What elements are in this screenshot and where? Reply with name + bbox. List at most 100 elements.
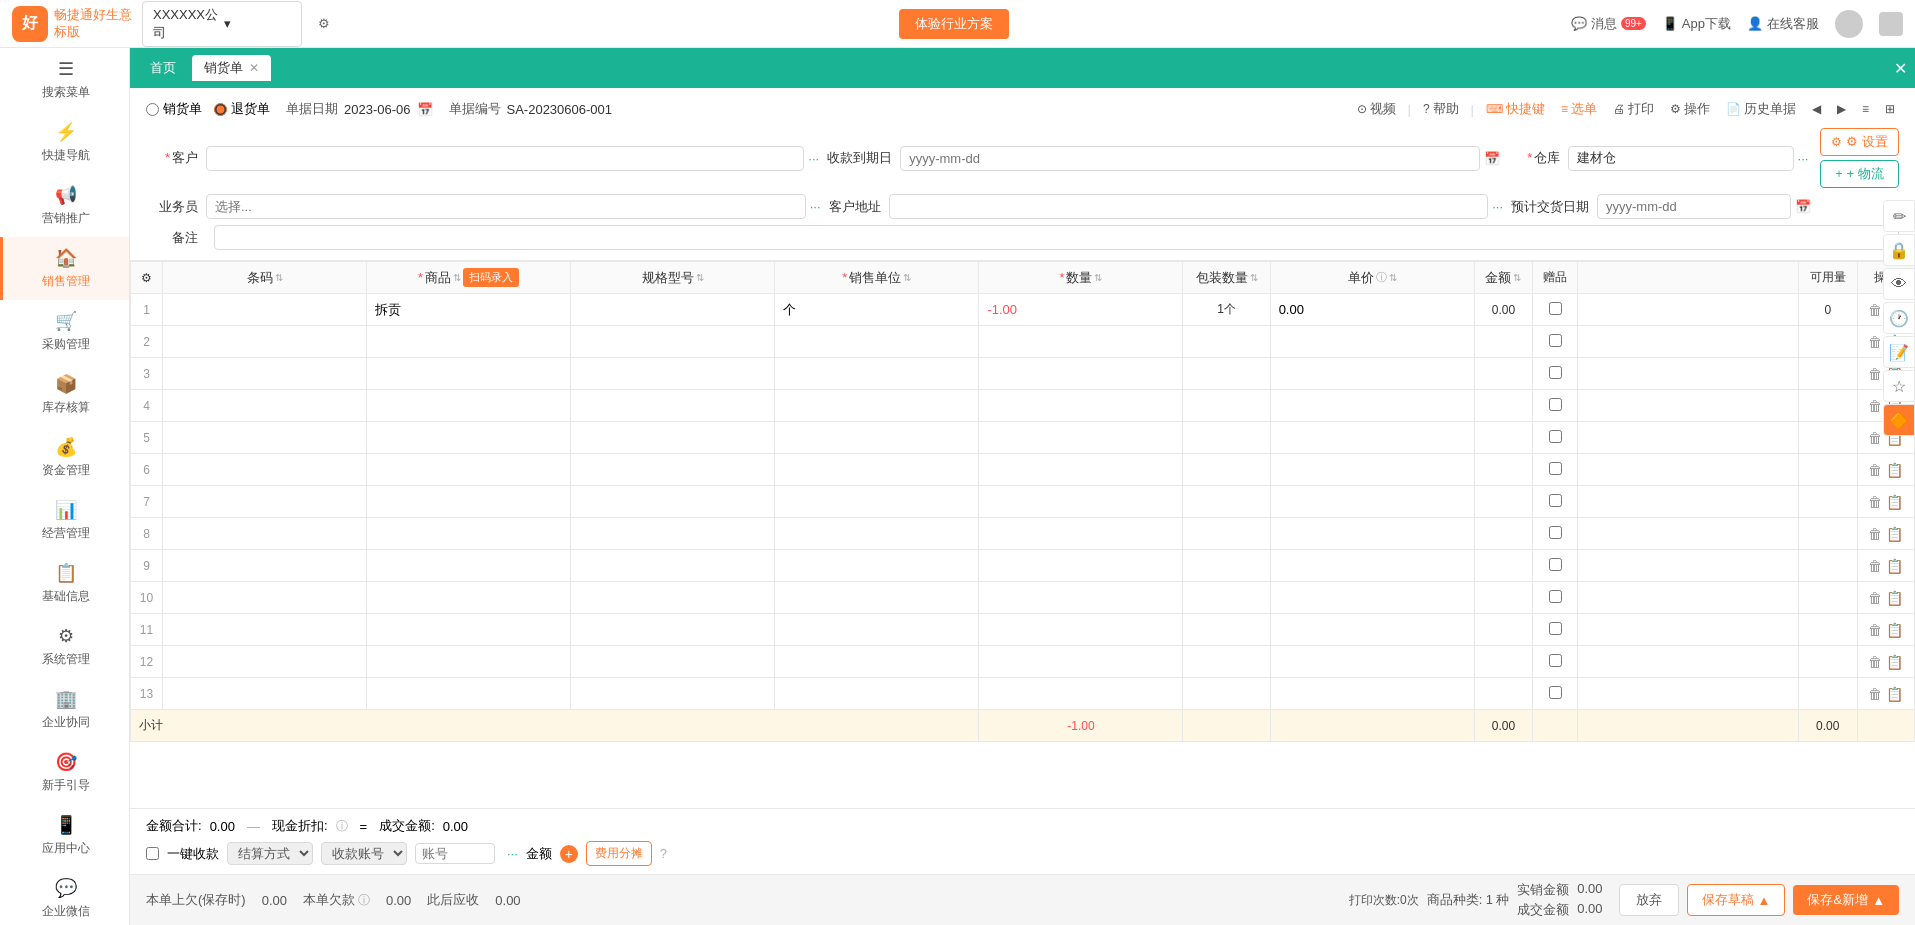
row-barcode[interactable]	[163, 358, 367, 390]
row-barcode[interactable]	[163, 518, 367, 550]
row-unit[interactable]	[775, 646, 979, 678]
row-barcode[interactable]	[163, 550, 367, 582]
row-gift[interactable]	[1533, 614, 1578, 646]
float-star[interactable]: ☆	[1883, 370, 1915, 402]
sidebar-item-guide[interactable]: 🎯 新手引导	[0, 741, 129, 804]
delete-icon[interactable]: 🗑	[1868, 686, 1882, 702]
company-selector[interactable]: XXXXXX公司 ▾	[142, 1, 302, 47]
delete-icon[interactable]: 🗑	[1868, 302, 1882, 318]
row-spec[interactable]	[571, 358, 775, 390]
sidebar-item-marketing[interactable]: 📢 营销推广	[0, 174, 129, 237]
copy-icon[interactable]: 📋	[1886, 462, 1903, 478]
radio-return[interactable]: 退货单	[214, 100, 270, 118]
row-price[interactable]	[1270, 518, 1474, 550]
row-qty[interactable]	[979, 678, 1183, 710]
row-qty[interactable]	[979, 518, 1183, 550]
row-amount[interactable]	[1474, 454, 1532, 486]
row-barcode[interactable]	[163, 678, 367, 710]
nav-next-btn[interactable]: ▶	[1833, 100, 1850, 118]
row-unit[interactable]	[775, 614, 979, 646]
row-unit[interactable]	[775, 454, 979, 486]
row-qty[interactable]	[979, 390, 1183, 422]
online-service-button[interactable]: 👤 在线客服	[1747, 15, 1819, 33]
row-product[interactable]	[367, 422, 571, 454]
copy-icon[interactable]: 📋	[1886, 526, 1903, 542]
row-pack-qty[interactable]	[1183, 454, 1270, 486]
row-price[interactable]	[1270, 326, 1474, 358]
row-gift[interactable]	[1533, 358, 1578, 390]
row-barcode[interactable]	[163, 422, 367, 454]
setting-button[interactable]: ⚙ ⚙ 设置	[1820, 128, 1899, 156]
help-btn[interactable]: ? 帮助	[1419, 98, 1463, 120]
float-clock[interactable]: 🕐	[1883, 302, 1915, 334]
sidebar-item-enterprise[interactable]: 🏢 企业协同	[0, 678, 129, 741]
row-amount[interactable]	[1474, 550, 1532, 582]
row-amount[interactable]	[1474, 422, 1532, 454]
row-barcode[interactable]	[163, 294, 367, 326]
row-spec[interactable]	[571, 390, 775, 422]
row-gift[interactable]	[1533, 678, 1578, 710]
salesperson-input[interactable]	[206, 194, 806, 219]
row-spec[interactable]	[571, 646, 775, 678]
operations-btn[interactable]: ⚙ 操作	[1666, 98, 1714, 120]
th-settings[interactable]: ⚙	[131, 262, 163, 294]
row-unit[interactable]	[775, 678, 979, 710]
copy-icon[interactable]: 📋	[1886, 622, 1903, 638]
row-price[interactable]	[1270, 454, 1474, 486]
row-qty[interactable]	[979, 614, 1183, 646]
row-qty[interactable]	[979, 646, 1183, 678]
delete-icon[interactable]: 🗑	[1868, 494, 1882, 510]
row-unit[interactable]	[775, 422, 979, 454]
nav-prev-btn[interactable]: ◀	[1808, 100, 1825, 118]
row-product[interactable]	[367, 646, 571, 678]
print-btn[interactable]: 🖨 打印	[1609, 98, 1658, 120]
row-unit[interactable]	[775, 518, 979, 550]
expected-delivery-input[interactable]	[1597, 194, 1791, 219]
row-qty[interactable]	[979, 454, 1183, 486]
float-action[interactable]: 🔶	[1883, 404, 1915, 436]
row-qty[interactable]	[979, 326, 1183, 358]
row-product[interactable]	[367, 550, 571, 582]
row-pack-qty[interactable]	[1183, 326, 1270, 358]
row-gift[interactable]	[1533, 550, 1578, 582]
account-dots-icon[interactable]: ···	[507, 846, 518, 861]
row-unit[interactable]	[775, 326, 979, 358]
row-gift[interactable]	[1533, 486, 1578, 518]
row-amount[interactable]	[1474, 678, 1532, 710]
row-spec[interactable]	[571, 550, 775, 582]
salesperson-dots-icon[interactable]: ···	[810, 199, 821, 214]
row-pack-qty[interactable]	[1183, 614, 1270, 646]
row-qty[interactable]	[979, 486, 1183, 518]
row-product[interactable]	[367, 358, 571, 390]
row-barcode[interactable]	[163, 326, 367, 358]
radio-sale[interactable]: 销货单	[146, 100, 202, 118]
row-gift[interactable]	[1533, 582, 1578, 614]
row-pack-qty[interactable]	[1183, 486, 1270, 518]
row-unit[interactable]	[775, 358, 979, 390]
row-pack-qty[interactable]: 1个	[1183, 294, 1270, 326]
trial-button[interactable]: 体验行业方案	[899, 9, 1009, 39]
abandon-button[interactable]: 放弃	[1619, 884, 1679, 916]
row-amount[interactable]	[1474, 582, 1532, 614]
sidebar-item-app-center[interactable]: 📱 应用中心	[0, 804, 129, 867]
sidebar-item-purchase[interactable]: 🛒 采购管理	[0, 300, 129, 363]
sidebar-item-wechat[interactable]: 💬 企业微信	[0, 867, 129, 925]
row-pack-qty[interactable]	[1183, 550, 1270, 582]
row-amount[interactable]	[1474, 326, 1532, 358]
row-spec[interactable]	[571, 422, 775, 454]
row-amount[interactable]	[1474, 518, 1532, 550]
row-gift[interactable]	[1533, 326, 1578, 358]
row-barcode[interactable]	[163, 582, 367, 614]
row-price[interactable]	[1270, 294, 1474, 326]
addr-dots-icon[interactable]: ···	[1492, 199, 1503, 214]
row-qty[interactable]	[979, 358, 1183, 390]
discount-info-icon[interactable]: ⓘ	[336, 818, 348, 835]
row-barcode[interactable]	[163, 390, 367, 422]
row-amount[interactable]	[1474, 646, 1532, 678]
account-input[interactable]	[415, 843, 495, 864]
delete-icon[interactable]: 🗑	[1868, 558, 1882, 574]
row-qty[interactable]	[979, 294, 1183, 326]
row-spec[interactable]	[571, 454, 775, 486]
topbar-gear-icon[interactable]: ⚙	[310, 10, 338, 38]
row-unit[interactable]	[775, 550, 979, 582]
